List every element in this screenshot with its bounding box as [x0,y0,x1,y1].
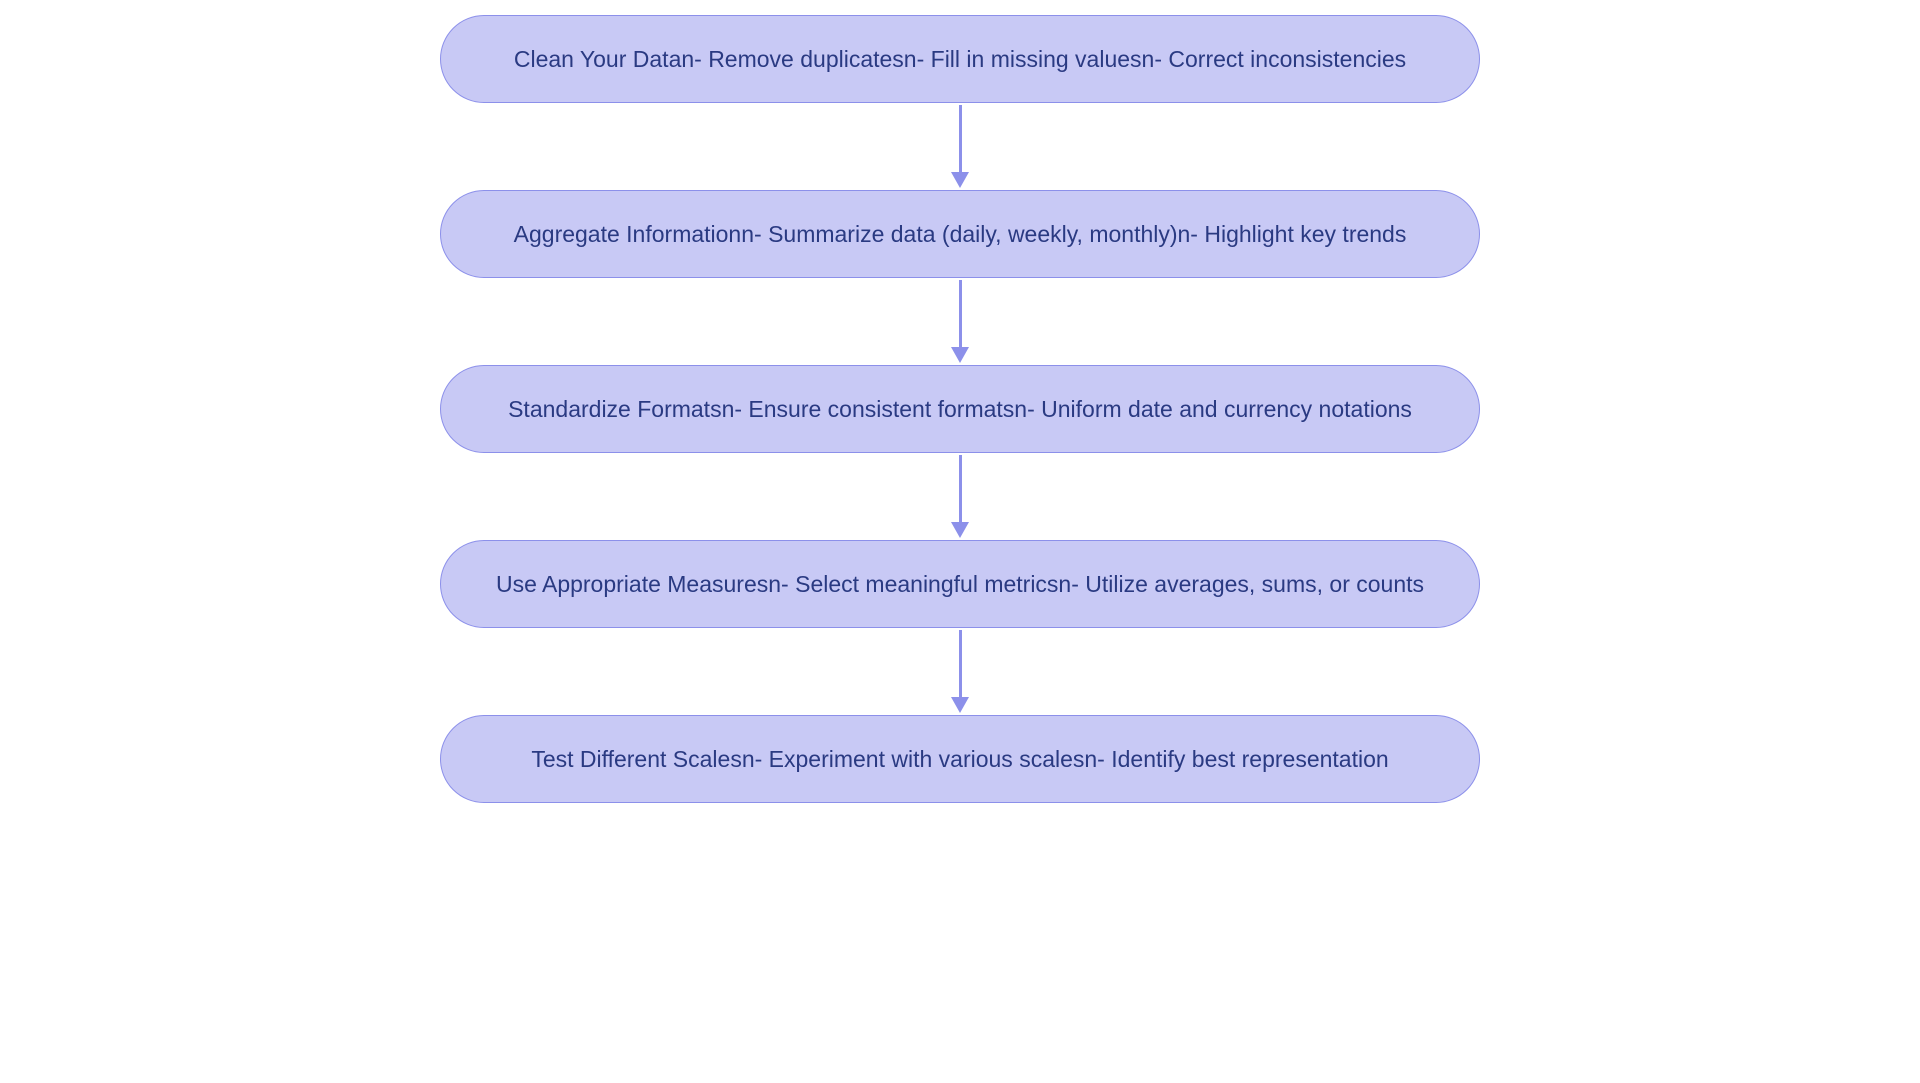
arrow-line [959,455,962,522]
flowchart-container: Clean Your Datan- Remove duplicatesn- Fi… [440,15,1480,803]
arrow-head-icon [951,172,969,188]
arrow [958,103,962,190]
flowchart-node: Aggregate Informationn- Summarize data (… [440,190,1480,278]
arrow-head-icon [951,697,969,713]
arrow-head-icon [951,522,969,538]
flowchart-node: Test Different Scalesn- Experiment with … [440,715,1480,803]
arrow [958,628,962,715]
arrow-line [959,105,962,172]
node-text: Aggregate Informationn- Summarize data (… [514,221,1407,248]
node-text: Standardize Formatsn- Ensure consistent … [508,396,1412,423]
arrow-line [959,630,962,697]
node-text: Use Appropriate Measuresn- Select meanin… [496,571,1424,598]
arrow [958,278,962,365]
flowchart-node: Use Appropriate Measuresn- Select meanin… [440,540,1480,628]
arrow-head-icon [951,347,969,363]
flowchart-node: Clean Your Datan- Remove duplicatesn- Fi… [440,15,1480,103]
arrow [958,453,962,540]
node-text: Clean Your Datan- Remove duplicatesn- Fi… [514,46,1406,73]
node-text: Test Different Scalesn- Experiment with … [531,746,1388,773]
flowchart-node: Standardize Formatsn- Ensure consistent … [440,365,1480,453]
arrow-line [959,280,962,347]
